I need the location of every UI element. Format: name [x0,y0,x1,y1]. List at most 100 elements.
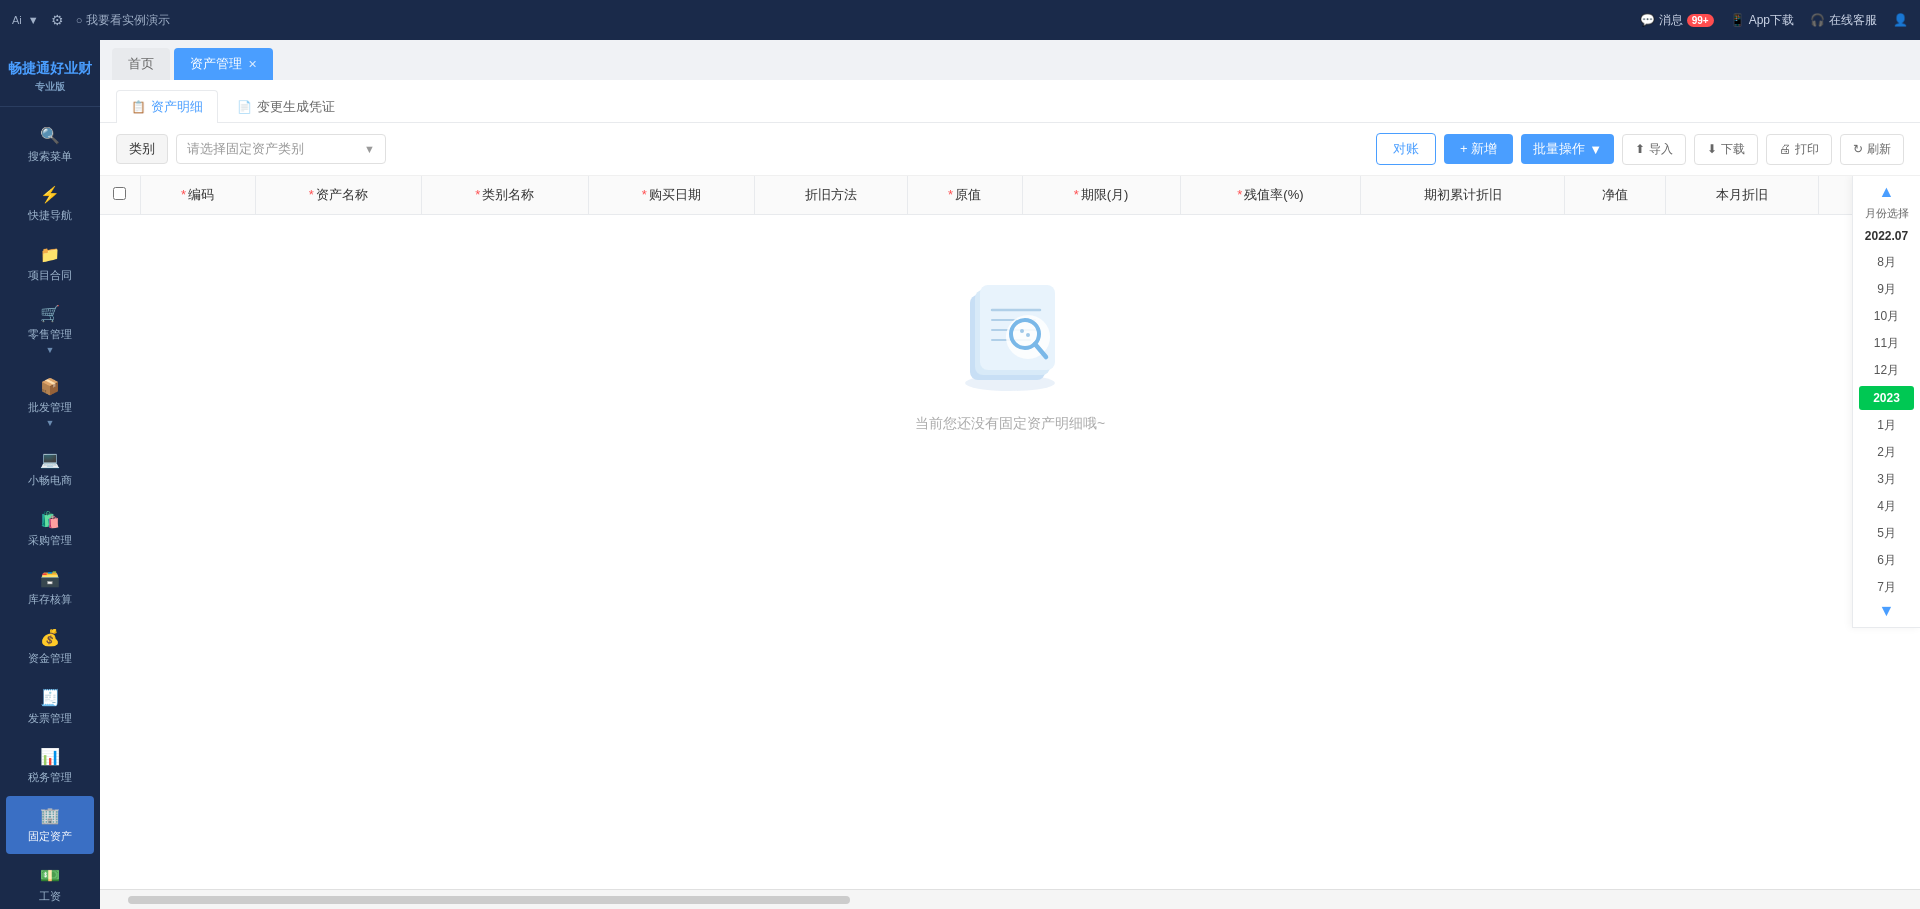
asset-table: *编码 *资产名称 *类别名称 *购买日期 折旧方法 *原值 *期限(月) *残… [100,176,1920,215]
refresh-icon: ↻ [1853,142,1863,156]
sidebar-item-retail[interactable]: 🛒 零售管理 ▼ [6,294,94,365]
sidebar: 畅捷通好业财 专业版 🔍 搜索菜单 ⚡ 快捷导航 📁 项目合同 🛒 零售管理 ▼… [0,40,100,909]
sidebar-item-search[interactable]: 🔍 搜索菜单 [6,116,94,173]
sidebar-item-tax[interactable]: 📊 税务管理 [6,737,94,794]
month-item-5[interactable]: 5月 [1853,520,1920,547]
col-category-name: *类别名称 [422,176,589,215]
tab-bar: 首页 资产管理 ✕ [100,40,1920,80]
funds-icon: 💰 [40,628,60,647]
sidebar-item-inventory[interactable]: 🗃️ 库存核算 [6,559,94,616]
invoice-icon: 🧾 [40,688,60,707]
col-depreciation-method: 折旧方法 [755,176,908,215]
chevron-down-icon: ▼ [46,345,55,355]
demo-button[interactable]: 我要看实例演示 [76,12,171,29]
month-nav-up[interactable]: ▲ [1879,182,1895,202]
wholesale-icon: 📦 [40,377,60,396]
month-item-11[interactable]: 11月 [1853,330,1920,357]
refresh-button[interactable]: ↻ 刷新 [1840,134,1904,165]
sidebar-item-quicknav[interactable]: ⚡ 快捷导航 [6,175,94,232]
month-item-10[interactable]: 10月 [1853,303,1920,330]
month-selector-title: 月份选择 [1865,202,1909,225]
month-item-2[interactable]: 2月 [1853,439,1920,466]
headset-icon: 🎧 [1810,13,1825,27]
table-header-row: *编码 *资产名称 *类别名称 *购买日期 折旧方法 *原值 *期限(月) *残… [100,176,1920,215]
company-chevron-icon: ▼ [28,14,39,26]
user-avatar[interactable]: 👤 [1893,13,1908,27]
sidebar-item-label: 小畅电商 [28,473,72,487]
month-item-3[interactable]: 3月 [1853,466,1920,493]
empty-illustration [940,275,1080,395]
sidebar-item-wholesale[interactable]: 📦 批发管理 ▼ [6,367,94,438]
month-item-6[interactable]: 6月 [1853,547,1920,574]
sub-tab-bar: 📋 资产明细 📄 变更生成凭证 [100,80,1920,123]
sidebar-item-salary[interactable]: 💵 工资 [6,856,94,909]
search-icon: 🔍 [40,126,60,145]
company-selector[interactable]: Ai ▼ [12,14,39,26]
import-button[interactable]: ⬆ 导入 [1622,134,1686,165]
add-button[interactable]: + 新增 [1444,134,1513,164]
month-item-1[interactable]: 1月 [1853,412,1920,439]
sidebar-item-label: 零售管理 [28,327,72,341]
sidebar-item-label: 快捷导航 [28,208,72,222]
table-container: *编码 *资产名称 *类别名称 *购买日期 折旧方法 *原值 *期限(月) *残… [100,176,1920,889]
page-content: 📋 资产明细 📄 变更生成凭证 类别 请选择固定资产类别 ▼ [100,80,1920,909]
chevron-down-icon: ▼ [1589,142,1602,157]
month-item-9[interactable]: 9月 [1853,276,1920,303]
sidebar-item-purchase[interactable]: 🛍️ 采购管理 [6,500,94,557]
message-count-badge: 99+ [1687,14,1714,27]
category-placeholder: 请选择固定资产类别 [187,140,304,158]
sub-tab-change-voucher[interactable]: 📄 变更生成凭证 [222,90,350,123]
quicknav-icon: ⚡ [40,185,60,204]
avatar-icon: 👤 [1893,13,1908,27]
retail-icon: 🛒 [40,304,60,323]
document-icon: 📄 [237,100,252,114]
month-selector-year[interactable]: 2022.07 [1865,225,1908,249]
toolbar-right: 对账 + 新增 批量操作 ▼ ⬆ 导入 ⬇ 下载 🖨 [1376,133,1904,165]
app-download-button[interactable]: 📱 App下载 [1730,12,1794,29]
tab-asset-label: 资产管理 [190,55,242,73]
month-selector-panel: ▲ 月份选择 2022.07 8月 9月 10月 11月 12月 2023 1月… [1852,176,1920,628]
select-all-checkbox[interactable] [113,187,126,200]
online-support-button[interactable]: 🎧 在线客服 [1810,12,1877,29]
month-item-4[interactable]: 4月 [1853,493,1920,520]
tab-home[interactable]: 首页 [112,48,170,80]
purchase-icon: 🛍️ [40,510,60,529]
download-button[interactable]: ⬇ 下载 [1694,134,1758,165]
table-area: *编码 *资产名称 *类别名称 *购买日期 折旧方法 *原值 *期限(月) *残… [100,176,1920,889]
category-label: 类别 [116,134,168,164]
import-icon: ⬆ [1635,142,1645,156]
bottom-scrollbar[interactable] [100,889,1920,909]
print-icon: 🖨 [1779,142,1791,156]
month-item-12[interactable]: 12月 [1853,357,1920,384]
tab-asset-management[interactable]: 资产管理 ✕ [174,48,273,80]
print-button[interactable]: 🖨 打印 [1766,134,1832,165]
sidebar-item-project-contract[interactable]: 📁 项目合同 [6,235,94,292]
sidebar-item-ecommerce[interactable]: 💻 小畅电商 [6,440,94,497]
close-icon[interactable]: ✕ [248,58,257,71]
sidebar-item-invoice[interactable]: 🧾 发票管理 [6,678,94,735]
month-nav-down[interactable]: ▼ [1879,601,1895,621]
batch-button[interactable]: 批量操作 ▼ [1521,134,1614,164]
sidebar-item-label: 工资 [39,889,61,903]
sidebar-item-funds[interactable]: 💰 资金管理 [6,618,94,675]
logo-edition: 专业版 [8,80,92,94]
message-button[interactable]: 💬 消息 99+ [1640,12,1714,29]
category-select[interactable]: 请选择固定资产类别 ▼ [176,134,386,164]
col-original-value: *原值 [907,176,1022,215]
col-monthly-depreciation: 本月折旧 [1666,176,1819,215]
month-item-7[interactable]: 7月 [1853,574,1920,601]
month-item-8[interactable]: 8月 [1853,249,1920,276]
tax-icon: 📊 [40,747,60,766]
chevron-down-icon: ▼ [46,418,55,428]
sidebar-item-fixed-assets[interactable]: 🏢 固定资产 [6,796,94,853]
col-code: *编码 [140,176,255,215]
sidebar-item-label: 固定资产 [28,829,72,843]
settings-icon[interactable]: ⚙ [51,12,64,28]
sidebar-item-label: 库存核算 [28,592,72,606]
reconcile-button[interactable]: 对账 [1376,133,1436,165]
sub-tab-asset-detail[interactable]: 📋 资产明细 [116,90,218,123]
month-item-year-2023[interactable]: 2023 [1859,386,1914,410]
main-layout: 畅捷通好业财 专业版 🔍 搜索菜单 ⚡ 快捷导航 📁 项目合同 🛒 零售管理 ▼… [0,40,1920,909]
col-residual-rate: *残值率(%) [1180,176,1361,215]
scrollbar-thumb[interactable] [128,896,850,904]
